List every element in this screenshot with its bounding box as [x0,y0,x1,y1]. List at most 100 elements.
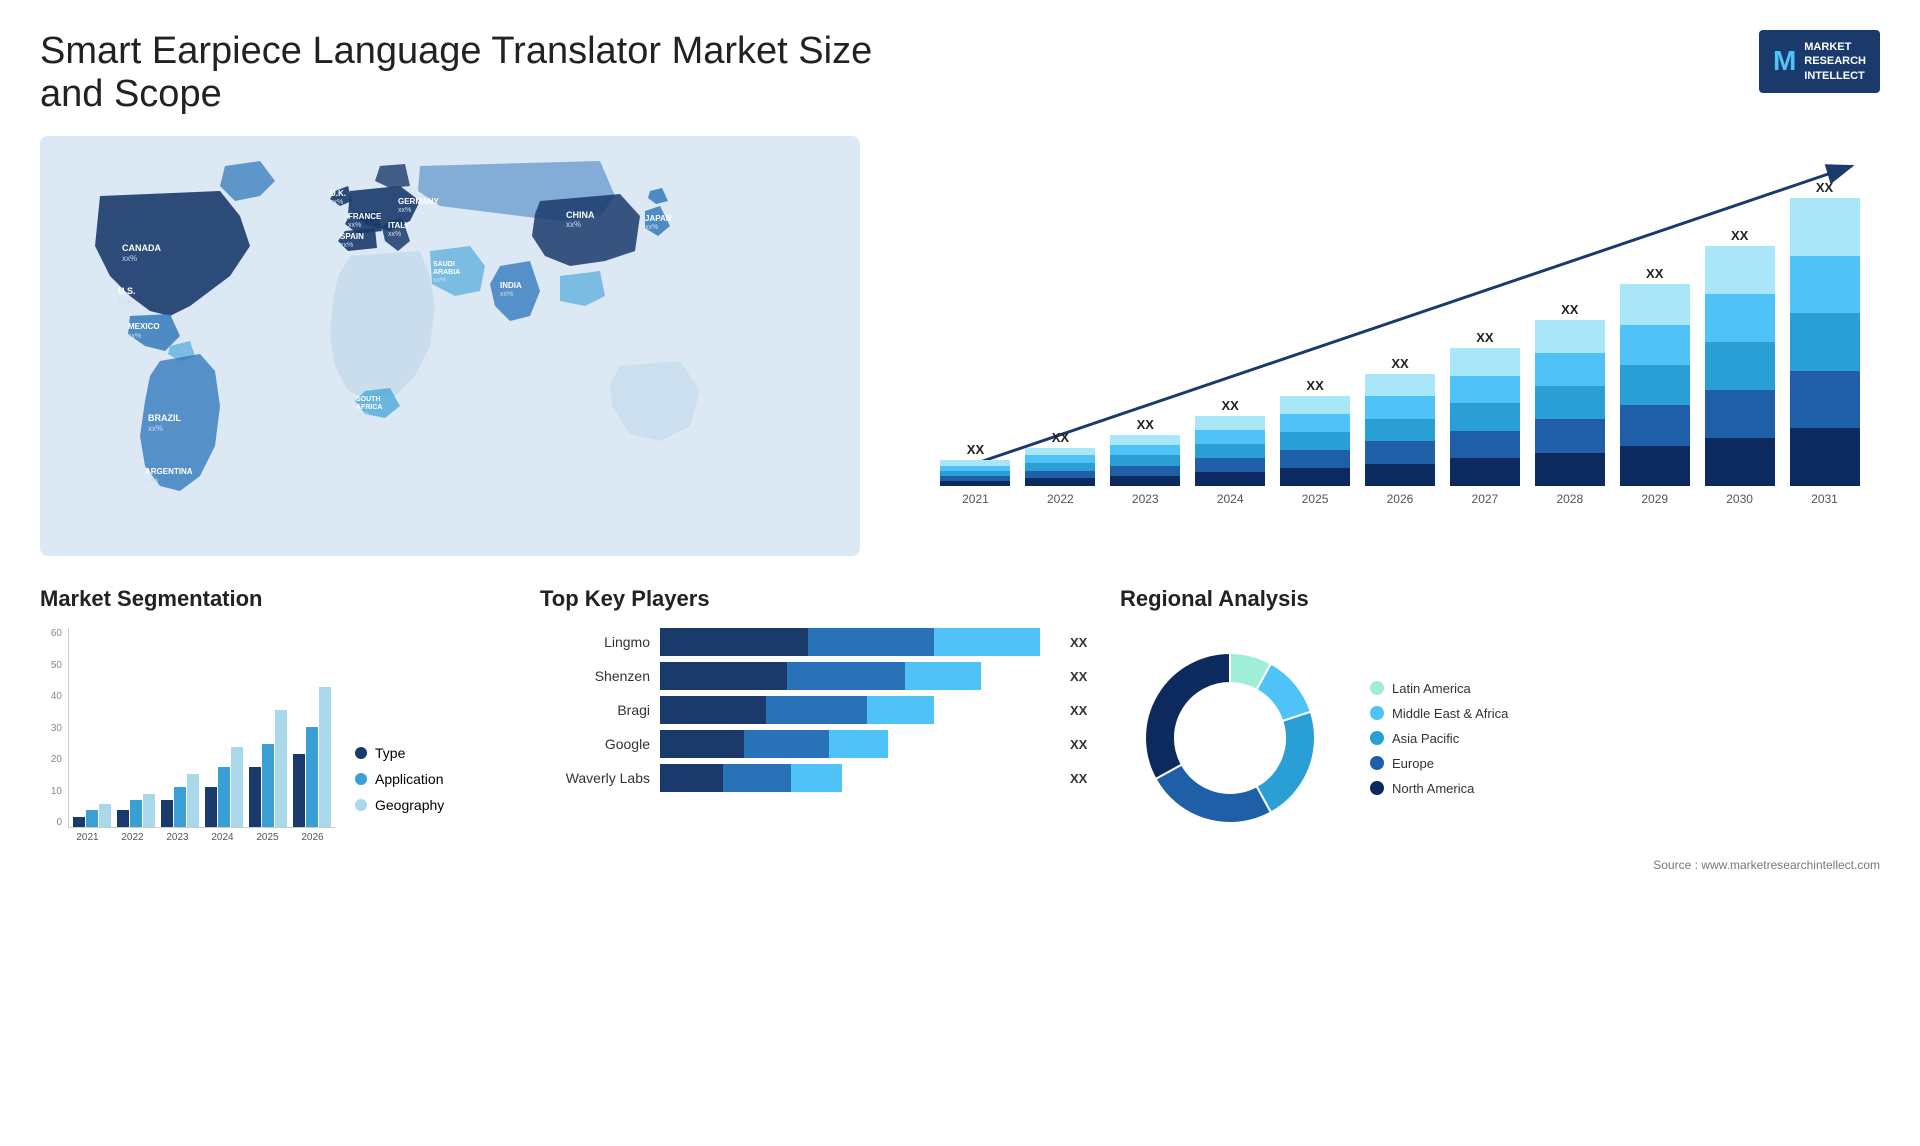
player-bar-seg1 [660,730,744,758]
seg-bar [130,800,142,827]
bar-segment [1025,478,1095,486]
bar-segment [1025,448,1095,456]
seg-legend-item: Application [355,771,444,787]
svg-text:SPAIN: SPAIN [340,232,364,241]
logo-text: MARKET RESEARCH INTELLECT [1804,40,1866,83]
svg-text:xx%: xx% [128,333,141,340]
svg-text:INDIA: INDIA [500,281,522,290]
bar-segment [1450,458,1520,486]
regional-legend-item: Latin America [1370,681,1508,696]
seg-bar [117,810,129,827]
player-bar-seg3 [934,628,1040,656]
seg-legend-item: Type [355,745,444,761]
bar-group: XX [1025,425,1096,486]
seg-year-label: 2024 [203,832,242,843]
player-bar-seg1 [660,628,808,656]
bar-stack [1110,435,1180,486]
bar-segment [1110,435,1180,445]
bar-segment [1535,419,1605,452]
seg-year-label: 2025 [248,832,287,843]
seg-chart-wrap: 0 10 20 30 40 50 60 20212022202320242025… [40,628,335,843]
bar-segment [1110,445,1180,455]
bar-segment [1535,320,1605,353]
bar-year-label: 2023 [1110,492,1181,506]
player-bar-seg3 [791,764,842,792]
bar-segment [1790,371,1860,429]
player-xx-label: XX [1070,635,1100,650]
bottom-section: Market Segmentation 0 10 20 30 40 50 60 … [40,586,1880,872]
regional-legend-item: Asia Pacific [1370,731,1508,746]
player-bar [660,662,1054,690]
regional-inner: Latin AmericaMiddle East & AfricaAsia Pa… [1120,628,1880,848]
bar-year-label: 2029 [1619,492,1690,506]
regional-legend-dot [1370,706,1384,720]
bar-group: XX [1789,175,1860,486]
svg-text:xx%: xx% [145,478,158,485]
player-bar-seg1 [660,696,766,724]
regional-legend-dot [1370,781,1384,795]
bar-stack [1195,416,1265,486]
svg-text:xx%: xx% [566,220,581,229]
svg-text:AFRICA: AFRICA [356,404,382,411]
svg-text:ARGENTINA: ARGENTINA [145,467,193,476]
seg-legend-dot [355,747,367,759]
seg-bar [205,787,217,827]
bar-segment [1365,396,1435,418]
bar-segment [1450,403,1520,431]
player-row: Lingmo XX [540,628,1100,656]
seg-legend-label: Application [375,771,444,787]
player-name: Waverly Labs [540,770,650,786]
bar-segment [1790,256,1860,314]
bar-segment [1620,446,1690,486]
bar-segment [1110,466,1180,476]
bar-segment [1025,471,1095,479]
regional-legend-label: Latin America [1392,681,1471,696]
seg-bar [99,804,111,827]
svg-text:xx%: xx% [500,291,513,298]
svg-text:U.S.: U.S. [118,286,136,296]
bar-segment [1280,396,1350,414]
seg-year-label: 2022 [113,832,152,843]
bar-segment [1790,428,1860,486]
bar-segment [1790,198,1860,256]
seg-bar [161,800,173,827]
seg-legend: Type Application Geography [355,745,444,843]
bar-segment [1195,416,1265,430]
bar-xx-label: XX [1052,425,1069,445]
header: Smart Earpiece Language Translator Marke… [40,30,1880,116]
bar-group: XX [940,437,1011,486]
svg-text:SOUTH: SOUTH [356,396,381,403]
seg-bar [143,794,155,827]
bar-segment [1705,438,1775,486]
bar-year-label: 2021 [940,492,1011,506]
seg-legend-label: Geography [375,797,444,813]
players-title: Top Key Players [540,586,1100,612]
seg-bar [73,817,85,827]
bar-segment [1195,430,1265,444]
bar-segment [1365,441,1435,463]
top-section: CANADA xx% U.S. xx% MEXICO xx% BRAZIL xx… [40,136,1880,556]
bar-xx-label: XX [1391,351,1408,371]
bar-year-label: 2026 [1365,492,1436,506]
svg-text:ITALY: ITALY [388,221,410,230]
world-map: CANADA xx% U.S. xx% MEXICO xx% BRAZIL xx… [40,136,860,556]
svg-text:xx%: xx% [356,412,369,419]
player-bar-seg3 [829,730,888,758]
bar-xx-label: XX [967,437,984,457]
player-bar-seg3 [905,662,981,690]
player-xx-label: XX [1070,771,1100,786]
player-bar [660,628,1054,656]
regional-title: Regional Analysis [1120,586,1880,612]
segmentation-section: Market Segmentation 0 10 20 30 40 50 60 … [40,586,520,843]
bar-segment [1365,464,1435,486]
player-bar-seg2 [808,628,935,656]
bar-segment [1025,463,1095,471]
seg-bar [218,767,230,827]
bar-segment [1280,432,1350,450]
logo-box: M MARKET RESEARCH INTELLECT [1759,30,1880,93]
player-bar-seg2 [723,764,791,792]
seg-legend-dot [355,799,367,811]
bar-chart-bars: XXXXXXXXXXXXXXXXXXXXXX [940,146,1860,486]
bar-xx-label: XX [1731,223,1748,243]
bar-group: XX [1280,373,1351,486]
